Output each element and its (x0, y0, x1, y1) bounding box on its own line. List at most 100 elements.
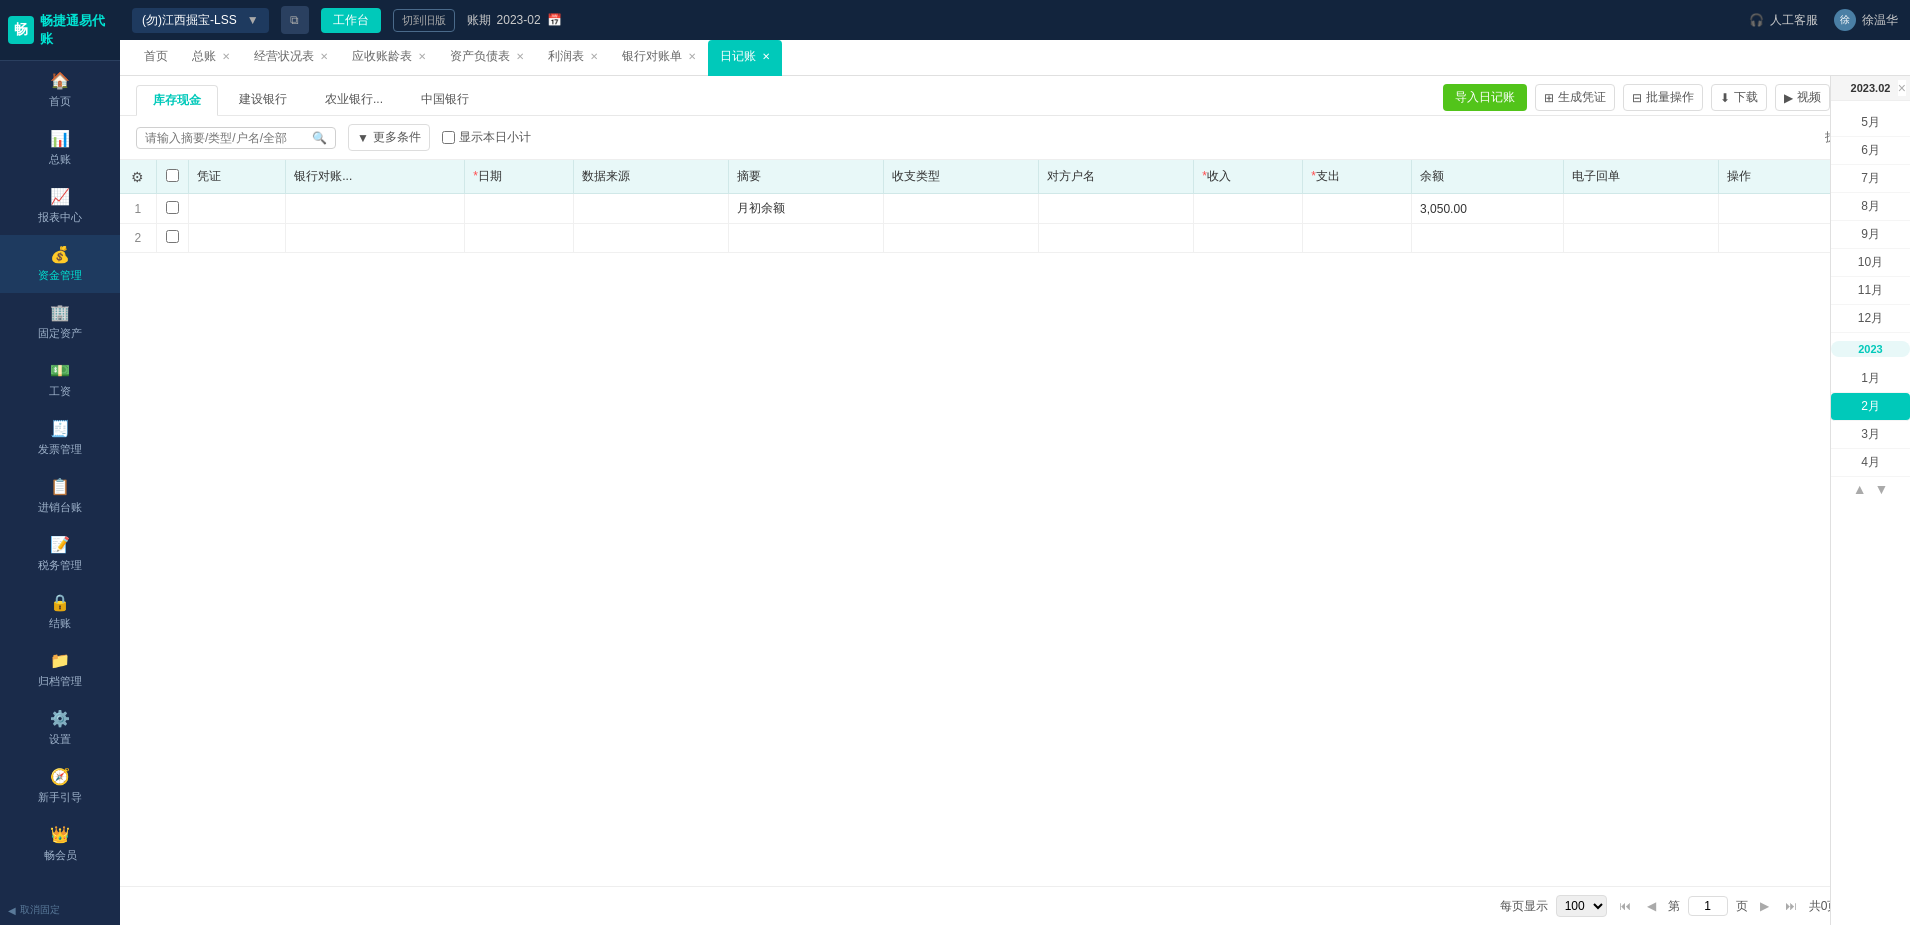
sidebar-item-member[interactable]: 👑 畅会员 (0, 815, 120, 873)
sidebar-item-sales[interactable]: 📋 进销台账 (0, 467, 120, 525)
date-panel-up-icon[interactable]: ▲ (1853, 481, 1867, 497)
subtab-agriculture[interactable]: 农业银行... (308, 84, 400, 115)
subtab-agriculture-label: 农业银行... (325, 92, 383, 106)
import-journal-button[interactable]: 导入日记账 (1443, 84, 1527, 111)
subtab-china[interactable]: 中国银行 (404, 84, 486, 115)
tax-icon: 📝 (50, 535, 70, 554)
page-input[interactable]: 1 (1688, 896, 1728, 916)
sidebar-item-label: 归档管理 (38, 674, 82, 689)
date-panel-close[interactable]: × (1898, 80, 1906, 96)
sidebar-item-funds[interactable]: 💰 资金管理 (0, 235, 120, 293)
sidebar-item-tax[interactable]: 📝 税务管理 (0, 525, 120, 583)
col-balance: 余额 (1412, 160, 1564, 194)
tab-assets-liab[interactable]: 资产负债表 ✕ (438, 40, 536, 76)
period-edit-icon[interactable]: 📅 (547, 13, 562, 27)
date-panel-month-7[interactable]: 7月 (1831, 165, 1910, 193)
per-page-label: 每页显示 (1500, 898, 1548, 915)
tab-ledger-close[interactable]: ✕ (222, 51, 230, 62)
col-e-receipt: 电子回单 (1564, 160, 1719, 194)
copy-icon: ⧉ (290, 13, 299, 27)
search-box[interactable]: 🔍 (136, 127, 336, 149)
tab-receivable-close[interactable]: ✕ (418, 51, 426, 62)
row-checkbox-1[interactable] (156, 194, 188, 224)
show-daily-checkbox[interactable] (442, 131, 455, 144)
tab-business-close[interactable]: ✕ (320, 51, 328, 62)
sidebar-item-ledger[interactable]: 📊 总账 (0, 119, 120, 177)
row-expense-2 (1303, 224, 1412, 253)
subtab-construction[interactable]: 建设银行 (222, 84, 304, 115)
date-panel-month-12[interactable]: 12月 (1831, 305, 1910, 333)
customer-service[interactable]: 🎧 人工客服 (1749, 12, 1818, 29)
tab-receivable[interactable]: 应收账龄表 ✕ (340, 40, 438, 76)
switch-version-button[interactable]: 切到旧版 (393, 9, 455, 32)
date-panel-month-11[interactable]: 11月 (1831, 277, 1910, 305)
download-button[interactable]: ⬇ 下载 (1711, 84, 1767, 111)
pin-toggle[interactable]: ◀ 取消固定 (0, 895, 120, 925)
sidebar-item-invoice[interactable]: 🧾 发票管理 (0, 409, 120, 467)
date-panel-month-6[interactable]: 6月 (1831, 137, 1910, 165)
user-profile[interactable]: 徐 徐温华 (1834, 9, 1898, 31)
per-page-select[interactable]: 20 50 100 200 (1556, 895, 1607, 917)
tab-bank-rec[interactable]: 银行对账单 ✕ (610, 40, 708, 76)
tab-profit[interactable]: 利润表 ✕ (536, 40, 610, 76)
headset-icon: 🎧 (1749, 13, 1764, 27)
date-panel-top-date: 2023.02 (1851, 82, 1891, 94)
row-date-2 (465, 224, 574, 253)
topbar-right: 🎧 人工客服 徐 徐温华 (1749, 9, 1898, 31)
date-panel-month-1[interactable]: 1月 (1831, 365, 1910, 393)
search-icon[interactable]: 🔍 (312, 131, 327, 145)
date-panel-month-8[interactable]: 8月 (1831, 193, 1910, 221)
workbench-button[interactable]: 工作台 (321, 8, 381, 33)
home-icon: 🏠 (50, 71, 70, 90)
date-panel-month-5[interactable]: 5月 (1831, 109, 1910, 137)
date-panel-month-4[interactable]: 4月 (1831, 449, 1910, 477)
generate-voucher-button[interactable]: ⊞ 生成凭证 (1535, 84, 1615, 111)
sidebar-item-settings[interactable]: ⚙️ 设置 (0, 699, 120, 757)
gear-icon[interactable]: ⚙ (131, 169, 144, 185)
tab-journal-close[interactable]: ✕ (762, 51, 770, 62)
batch-op-button[interactable]: ⊟ 批量操作 (1623, 84, 1703, 111)
date-panel-month-10[interactable]: 10月 (1831, 249, 1910, 277)
first-page-button[interactable]: ⏮ (1615, 899, 1635, 913)
row-checkbox-2[interactable] (156, 224, 188, 253)
search-input[interactable] (145, 131, 306, 145)
subtabbar: 库存现金 建设银行 农业银行... 中国银行 导入日记账 ⊞ 生成凭证 ⊟ (120, 76, 1910, 116)
date-panel-month-2[interactable]: 2月 (1831, 393, 1910, 421)
tab-profit-close[interactable]: ✕ (590, 51, 598, 62)
tab-bank-close[interactable]: ✕ (688, 51, 696, 62)
video-button[interactable]: ▶ 视频 (1775, 84, 1830, 111)
closing-icon: 🔒 (50, 593, 70, 612)
sidebar-item-guide[interactable]: 🧭 新手引导 (0, 757, 120, 815)
show-daily-checkbox-label[interactable]: 显示本日小计 (442, 129, 531, 146)
sidebar-item-closing[interactable]: 🔒 结账 (0, 583, 120, 641)
col-checkbox[interactable] (156, 160, 188, 194)
subtab-cash[interactable]: 库存现金 (136, 85, 218, 116)
date-panel-month-9[interactable]: 9月 (1831, 221, 1910, 249)
tab-business[interactable]: 经营状况表 ✕ (242, 40, 340, 76)
date-panel-month-3[interactable]: 3月 (1831, 421, 1910, 449)
sidebar-item-home[interactable]: 🏠 首页 (0, 61, 120, 119)
row-bank-rec-1 (286, 194, 465, 224)
tab-home[interactable]: 首页 (132, 40, 180, 76)
filter-button[interactable]: ▼ 更多条件 (348, 124, 430, 151)
ledger-icon: 📊 (50, 129, 70, 148)
table-row: 2 (120, 224, 1910, 253)
col-settings[interactable]: ⚙ (120, 160, 156, 194)
date-panel: × 2023.02 5月 6月 7月 8月 9月 10月 11月 12月 202… (1830, 76, 1910, 925)
prev-page-button[interactable]: ◀ (1643, 899, 1660, 913)
tab-journal[interactable]: 日记账 ✕ (708, 40, 782, 76)
sidebar-item-reports[interactable]: 📈 报表中心 (0, 177, 120, 235)
tab-assets-close[interactable]: ✕ (516, 51, 524, 62)
next-page-button[interactable]: ▶ (1756, 899, 1773, 913)
company-copy-button[interactable]: ⧉ (281, 6, 309, 34)
sidebar-item-assets[interactable]: 🏢 固定资产 (0, 293, 120, 351)
select-all-checkbox[interactable] (166, 169, 179, 182)
tab-ledger[interactable]: 总账 ✕ (180, 40, 242, 76)
last-page-button[interactable]: ⏭ (1781, 899, 1801, 913)
generate-voucher-icon: ⊞ (1544, 91, 1554, 105)
sidebar-item-wages[interactable]: 💵 工资 (0, 351, 120, 409)
company-selector[interactable]: (勿)江西掘宝-LSS ▼ (132, 8, 269, 33)
row-expense-1 (1303, 194, 1412, 224)
sidebar-item-archive[interactable]: 📁 归档管理 (0, 641, 120, 699)
date-panel-down-icon[interactable]: ▼ (1875, 481, 1889, 497)
